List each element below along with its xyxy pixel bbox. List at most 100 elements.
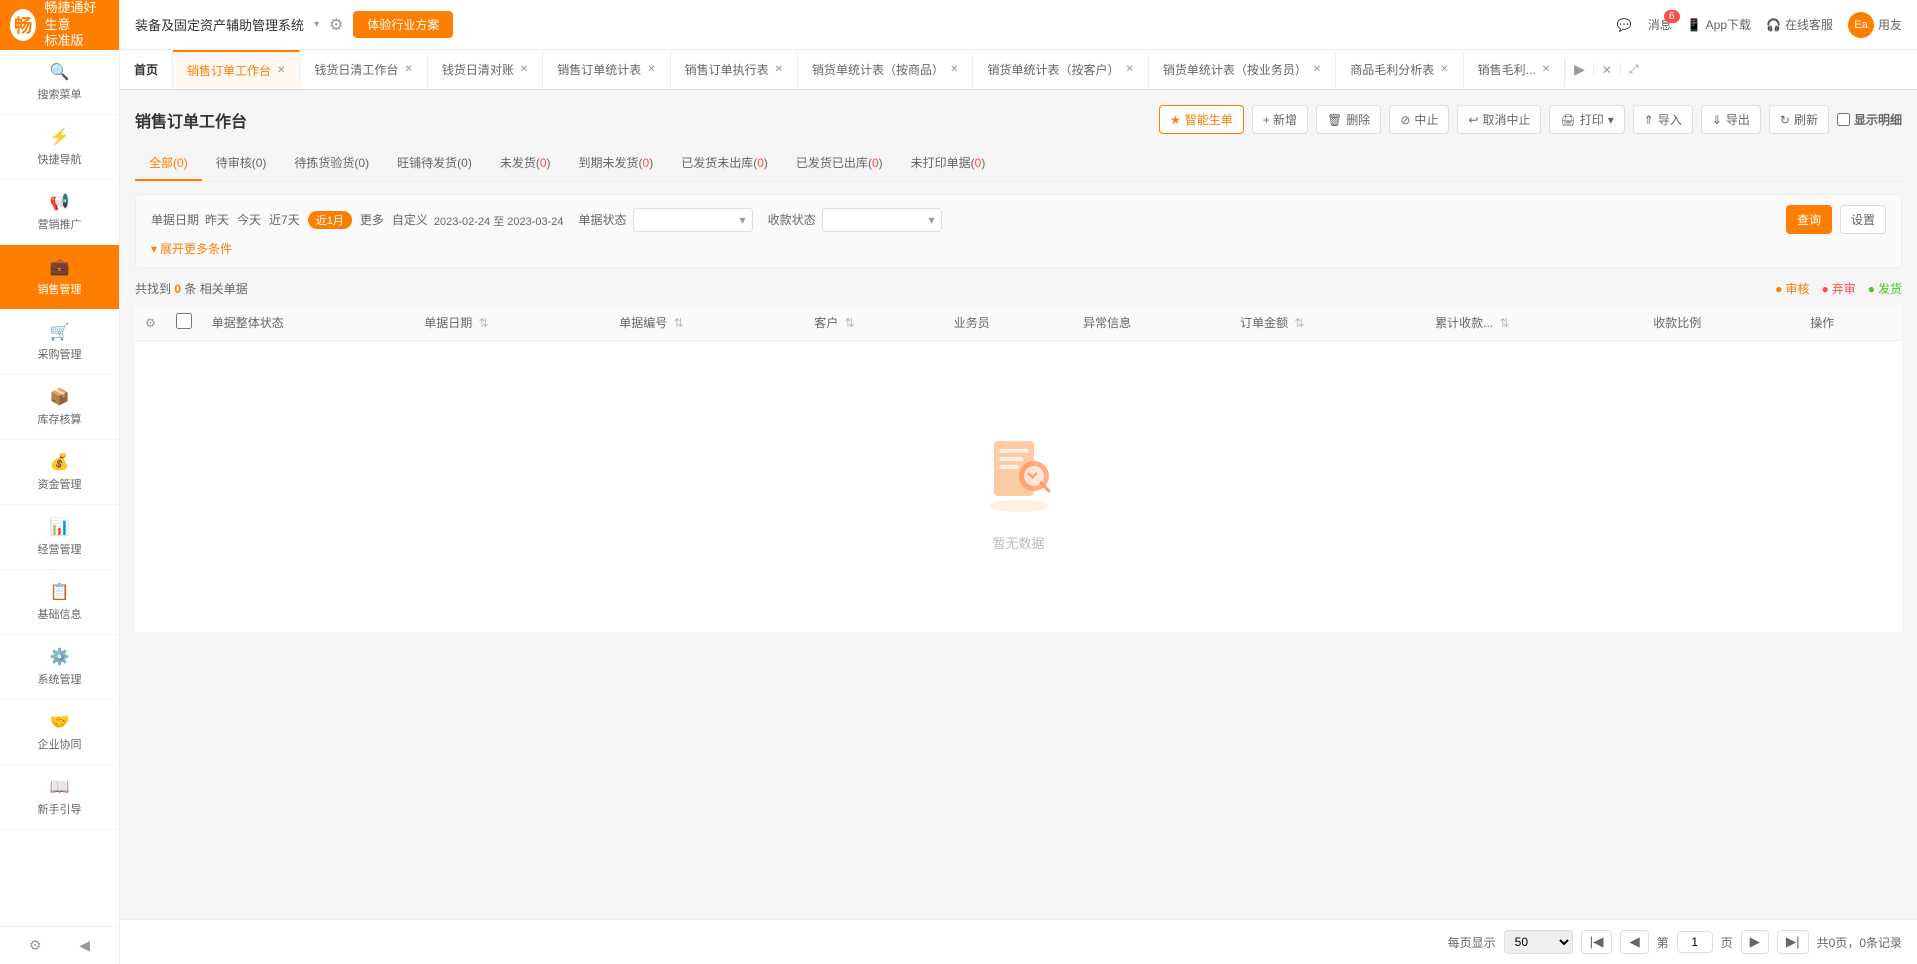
sidebar-item-cooperation[interactable]: 🤝 企业协同: [0, 700, 119, 765]
sidebar-item-basic-info[interactable]: 📋 基础信息: [0, 570, 119, 635]
tab-sales-profit[interactable]: 销售毛利... ✕: [1464, 51, 1565, 88]
delete-btn[interactable]: 🗑 删除: [1316, 105, 1381, 134]
tab-sales-summary-customer[interactable]: 销货单统计表（按客户） ✕: [973, 51, 1148, 88]
tab-close-summary-product[interactable]: ✕: [950, 64, 958, 75]
filter-settings-btn[interactable]: 设置: [1840, 205, 1886, 234]
page-next-btn[interactable]: ▶: [1741, 930, 1769, 954]
sidebar-item-purchase[interactable]: 🛒 采购管理: [0, 310, 119, 375]
user-menu[interactable]: Ea 用友: [1848, 12, 1902, 38]
filter-date-custom[interactable]: 自定义: [392, 211, 428, 229]
app-download-btn[interactable]: 📱 App下载: [1687, 16, 1751, 33]
col-customer[interactable]: 客户 ⇅: [804, 305, 944, 341]
page-total: 共0页，0条记录: [1817, 934, 1902, 951]
new-btn[interactable]: + 新增: [1252, 105, 1308, 134]
page-last-btn[interactable]: ▶|: [1777, 930, 1809, 954]
top-header: 装备及固定资产辅助管理系统 ▾ ⚙ 体验行业方案 💬 6 消息 📱 App下载 …: [120, 0, 1917, 50]
sidebar-item-finance[interactable]: 💰 资金管理: [0, 440, 119, 505]
tab-close-all-btn[interactable]: ✕: [1593, 63, 1620, 77]
online-service-btn[interactable]: 🎧 在线客服: [1766, 16, 1833, 33]
filter-date-yesterday[interactable]: 昨天: [205, 211, 229, 229]
print-btn[interactable]: 🖨 打印 ▾: [1549, 105, 1624, 134]
batch-ship-btn[interactable]: ● 发货: [1868, 280, 1902, 297]
logo-text: 畅捷通好生意 标准版: [44, 0, 109, 50]
filter-date-item: 单据日期 昨天 今天 近7天 近1月 更多 自定义 2023-02-24 至 2…: [151, 211, 564, 229]
sub-tab-overdue-not-shipped[interactable]: 到期未发货(0): [565, 146, 668, 181]
tab-sales-summary-staff[interactable]: 销货单统计表（按业务员） ✕: [1149, 51, 1336, 88]
import-btn[interactable]: ⇑ 导入: [1633, 105, 1693, 134]
export-btn[interactable]: ⇓ 导出: [1701, 105, 1761, 134]
tab-cash-daily[interactable]: 钱货日清工作台 ✕: [300, 51, 427, 88]
sub-tab-not-shipped[interactable]: 未发货(0): [486, 146, 565, 181]
tab-close-cash-reconcile[interactable]: ✕: [520, 64, 528, 75]
sub-tab-all[interactable]: 全部(0): [135, 146, 202, 181]
tab-sales-stat[interactable]: 销售订单统计表 ✕: [543, 51, 670, 88]
user-avatar: Ea: [1848, 12, 1874, 38]
sidebar-item-sales[interactable]: 💼 销售管理: [0, 245, 119, 310]
message-btn[interactable]: 💬 6 消息: [1617, 16, 1672, 33]
sidebar-collapse-btn[interactable]: ◀: [79, 937, 90, 954]
show-detail-checkbox[interactable]: [1837, 113, 1850, 126]
sidebar-item-inventory[interactable]: 📦 库存核算: [0, 375, 119, 440]
tab-close-summary-staff[interactable]: ✕: [1313, 64, 1321, 75]
page-first-btn[interactable]: |◀: [1581, 930, 1613, 954]
system-dropdown-arrow[interactable]: ▾: [314, 19, 319, 30]
sidebar-item-operations[interactable]: 📊 经营管理: [0, 505, 119, 570]
page-prev-btn[interactable]: ◀: [1620, 930, 1648, 954]
tab-cash-reconcile[interactable]: 钱货日清对账 ✕: [428, 51, 543, 88]
tab-close-sales-exec[interactable]: ✕: [775, 64, 783, 75]
refresh-btn[interactable]: ↻ 刷新: [1769, 105, 1829, 134]
col-collected[interactable]: 累计收款... ⇅: [1425, 305, 1643, 341]
page-input[interactable]: [1677, 931, 1713, 953]
batch-cancel-btn[interactable]: ● 弃审: [1821, 280, 1855, 297]
filter-date-today[interactable]: 今天: [237, 211, 261, 229]
page-size-select[interactable]: 50 100: [1504, 930, 1573, 954]
tab-close-sales-workbench[interactable]: ✕: [277, 65, 285, 76]
tab-close-sales-profit[interactable]: ✕: [1542, 64, 1550, 75]
sidebar-item-system[interactable]: ⚙️ 系统管理: [0, 635, 119, 700]
tab-close-sales-stat[interactable]: ✕: [647, 64, 655, 75]
filter-date-more[interactable]: 更多: [360, 211, 384, 229]
batch-audit-btn[interactable]: ● 审核: [1775, 280, 1809, 297]
show-detail-checkbox-wrap[interactable]: 显示明细: [1837, 111, 1902, 128]
col-amount[interactable]: 订单金额 ⇅: [1230, 305, 1425, 341]
trial-btn[interactable]: 体验行业方案: [353, 11, 453, 38]
sub-tab-shipped-stocked[interactable]: 已发货已出库(0): [782, 146, 897, 181]
tab-sales-workbench[interactable]: 销售订单工作台 ✕: [173, 50, 300, 89]
tab-gross-profit[interactable]: 商品毛利分析表 ✕: [1336, 51, 1463, 88]
tab-home[interactable]: 首页: [120, 51, 173, 88]
filter-payment-select[interactable]: [822, 208, 942, 232]
tab-close-cash-daily[interactable]: ✕: [404, 64, 412, 75]
sidebar-item-search[interactable]: 🔍 搜索菜单: [0, 50, 119, 115]
sidebar-settings-btn[interactable]: ⚙: [29, 937, 42, 954]
sub-tab-shipped-not-stocked[interactable]: 已发货未出库(0): [667, 146, 782, 181]
sidebar-item-quick-nav[interactable]: ⚡ 快捷导航: [0, 115, 119, 180]
expand-conditions-btn[interactable]: ▾ 展开更多条件: [151, 240, 232, 257]
tab-more-btn[interactable]: ▶: [1565, 61, 1593, 78]
tab-sales-summary-product[interactable]: 销货单统计表（按商品） ✕: [798, 51, 973, 88]
tab-sales-exec[interactable]: 销售订单执行表 ✕: [671, 51, 798, 88]
filter-date-1month[interactable]: 近1月: [308, 211, 352, 229]
smart-create-btn[interactable]: ★ 智能生单: [1159, 105, 1244, 134]
select-all-checkbox[interactable]: [176, 313, 192, 329]
tab-close-summary-customer[interactable]: ✕: [1125, 64, 1133, 75]
sub-tab-pending-audit[interactable]: 待审核(0): [202, 146, 281, 181]
page-label: 第: [1657, 934, 1669, 951]
filter-status-select[interactable]: [633, 208, 753, 232]
sub-tab-not-printed[interactable]: 未打印单据(0): [897, 146, 1000, 181]
tab-close-gross-profit[interactable]: ✕: [1440, 64, 1448, 75]
delete-icon: 🗑: [1327, 113, 1342, 127]
system-settings-icon[interactable]: ⚙: [329, 15, 343, 35]
sidebar-item-marketing[interactable]: 📢 营销推广: [0, 180, 119, 245]
filter-date-7days[interactable]: 近7天: [269, 211, 300, 229]
stop-btn[interactable]: ⊘ 中止: [1389, 105, 1449, 134]
sub-tab-pending-inspect[interactable]: 待拣货验货(0): [280, 146, 383, 181]
column-settings-icon[interactable]: ⚙: [145, 316, 156, 330]
sidebar-item-guide[interactable]: 📖 新手引导: [0, 765, 119, 830]
sub-tab-wangpu[interactable]: 旺铺待发货(0): [383, 146, 486, 181]
tab-fullscreen-btn[interactable]: ⤢: [1620, 62, 1647, 77]
query-btn[interactable]: 查询: [1786, 205, 1832, 234]
cancel-stop-btn[interactable]: ↩ 取消中止: [1457, 105, 1541, 134]
col-date[interactable]: 单据日期 ⇅: [414, 305, 609, 341]
col-number[interactable]: 单据编号 ⇅: [609, 305, 804, 341]
pagination: 每页显示 50 100 |◀ ◀ 第 页 ▶ ▶| 共0页，0条记录: [120, 919, 1917, 964]
